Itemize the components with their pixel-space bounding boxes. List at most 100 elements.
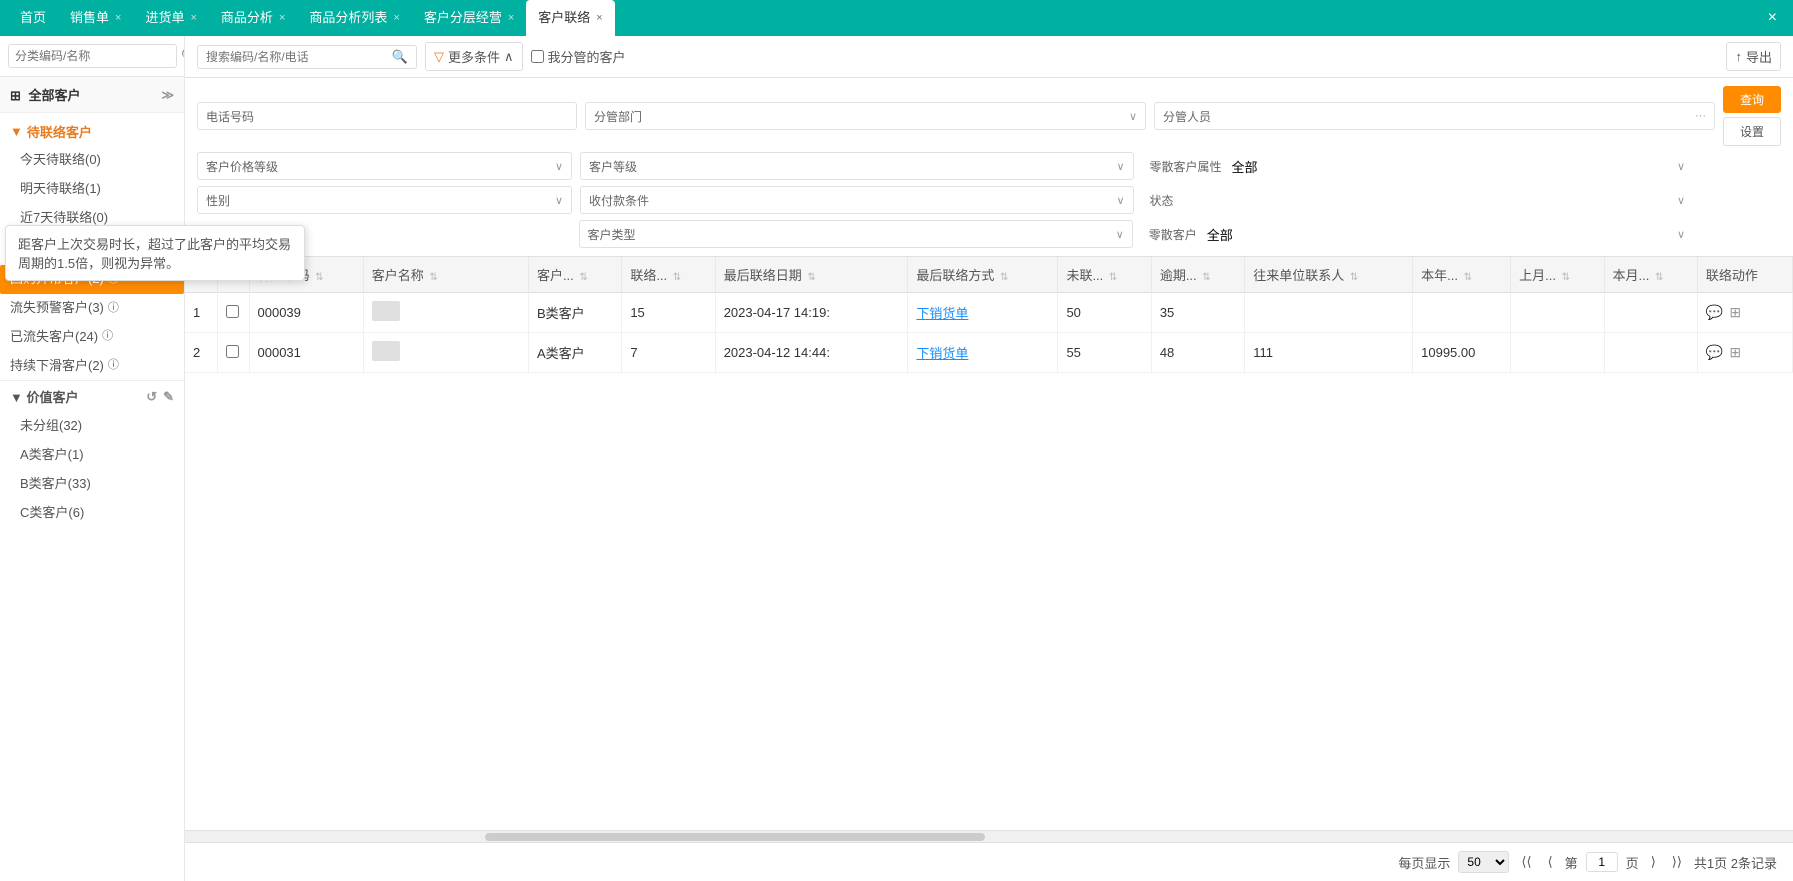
row-this-year bbox=[1413, 293, 1511, 333]
search-icon[interactable]: 🔍 bbox=[392, 49, 408, 65]
edit-icon[interactable]: ✎ bbox=[163, 389, 174, 405]
close-icon[interactable]: × bbox=[596, 0, 602, 36]
close-icon[interactable]: × bbox=[190, 0, 196, 36]
sort-icon[interactable]: ⇅ bbox=[1109, 272, 1117, 283]
row-last-date: 2023-04-17 14:19: bbox=[715, 293, 908, 333]
my-customers-checkbox[interactable] bbox=[531, 50, 544, 63]
per-page-select[interactable]: 50 10 20 100 bbox=[1458, 851, 1509, 873]
sort-icon[interactable]: ⇅ bbox=[315, 272, 323, 283]
row-overdue: 35 bbox=[1151, 293, 1244, 333]
calendar-icon[interactable]: ⊞ bbox=[1729, 344, 1741, 361]
sort-icon[interactable]: ⇅ bbox=[807, 272, 815, 283]
customer-type-filter[interactable]: 客户类型 ∨ bbox=[579, 220, 1133, 248]
col-overdue[interactable]: 逾期... ⇅ bbox=[1151, 257, 1244, 293]
collapse-icon[interactable]: ≫ bbox=[161, 88, 174, 102]
refresh-icon[interactable]: ↺ bbox=[146, 389, 157, 405]
col-name[interactable]: 客户名称 ⇅ bbox=[363, 257, 528, 293]
export-button[interactable]: ↑ 导出 bbox=[1726, 42, 1781, 71]
manager-filter[interactable]: 分管人员 ··· bbox=[1154, 102, 1715, 130]
col-last-method[interactable]: 最后联络方式 ⇅ bbox=[908, 257, 1058, 293]
dept-filter[interactable]: 分管部门 ∨ bbox=[585, 102, 1146, 130]
nav-product-analysis[interactable]: 商品分析 × bbox=[209, 0, 297, 36]
payment-filter[interactable]: 收付款条件 ∨ bbox=[580, 186, 1134, 214]
chevron-down-icon: ∨ bbox=[1677, 228, 1685, 241]
status-filter[interactable]: 状态 ∨ bbox=[1142, 186, 1694, 214]
row-checkbox[interactable] bbox=[217, 333, 249, 373]
close-icon[interactable]: × bbox=[508, 0, 514, 36]
page-input[interactable] bbox=[1586, 852, 1618, 872]
horizontal-scrollbar[interactable] bbox=[185, 830, 1793, 842]
top-nav: 首页 销售单 × 进货单 × 商品分析 × 商品分析列表 × 客户分层经营 × … bbox=[0, 0, 1793, 36]
info-icon: ⓘ bbox=[108, 357, 119, 375]
nav-sales[interactable]: 销售单 × bbox=[58, 0, 133, 36]
gender-filter[interactable]: 性别 ∨ bbox=[197, 186, 572, 214]
col-last-month[interactable]: 上月... ⇅ bbox=[1511, 257, 1604, 293]
toolbar-search-input[interactable] bbox=[206, 50, 392, 64]
chevron-down-icon: ∨ bbox=[1116, 194, 1124, 207]
retail-attr-filter[interactable]: 零散客户属性 全部 ∨ bbox=[1142, 152, 1694, 180]
chat-icon[interactable]: 💬 bbox=[1706, 344, 1723, 361]
sidebar-search-input[interactable] bbox=[8, 44, 177, 68]
retail-customer-filter[interactable]: 零散客户 全部 ∨ bbox=[1141, 220, 1693, 248]
sort-icon[interactable]: ⇅ bbox=[1202, 272, 1210, 283]
first-page-button[interactable]: ⟨⟨ bbox=[1517, 852, 1535, 872]
row-actions: 💬 ⊞ bbox=[1697, 293, 1792, 333]
row-checkbox[interactable] bbox=[217, 293, 249, 333]
sidebar-item-lost-preview[interactable]: 流失预警客户(3) ⓘ bbox=[0, 294, 184, 323]
prev-page-button[interactable]: ⟨ bbox=[1544, 852, 1557, 872]
sidebar-item-class-c[interactable]: C类客户(6) bbox=[0, 499, 184, 528]
col-uncontacted[interactable]: 未联... ⇅ bbox=[1058, 257, 1151, 293]
row-last-method[interactable]: 下销货单 bbox=[908, 293, 1058, 333]
sort-icon[interactable]: ⇅ bbox=[1464, 272, 1472, 283]
sidebar-item-declining[interactable]: 持续下滑客户(2) ⓘ bbox=[0, 352, 184, 381]
sidebar-item-today[interactable]: 今天待联络(0) bbox=[0, 146, 184, 175]
scrollbar-thumb[interactable] bbox=[485, 833, 985, 841]
col-grade[interactable]: 客户... ⇅ bbox=[528, 257, 621, 293]
sort-icon[interactable]: ⇅ bbox=[1655, 272, 1663, 283]
row-this-month bbox=[1604, 293, 1697, 333]
sort-icon[interactable]: ⇅ bbox=[1562, 272, 1570, 283]
row-last-method[interactable]: 下销货单 bbox=[908, 333, 1058, 373]
sidebar-item-tomorrow[interactable]: 明天待联络(1) bbox=[0, 175, 184, 204]
page-label: 第 bbox=[1565, 853, 1578, 872]
my-customers-checkbox-label[interactable]: 我分管的客户 bbox=[531, 47, 626, 66]
col-this-year[interactable]: 本年... ⇅ bbox=[1413, 257, 1511, 293]
more-conditions-button[interactable]: ▽ 更多条件 ∧ bbox=[425, 42, 523, 71]
next-page-button[interactable]: ⟩ bbox=[1647, 852, 1660, 872]
settings-button[interactable]: 设置 bbox=[1723, 117, 1781, 146]
sidebar-item-class-b[interactable]: B类客户(33) bbox=[0, 470, 184, 499]
value-group-title[interactable]: ▼ 价值客户 ↺ ✎ bbox=[0, 380, 184, 412]
close-icon[interactable]: × bbox=[279, 0, 285, 36]
sort-icon[interactable]: ⇅ bbox=[579, 272, 587, 283]
nav-purchase[interactable]: 进货单 × bbox=[133, 0, 208, 36]
row-contact-person: 111 bbox=[1245, 333, 1413, 373]
row-index: 1 bbox=[185, 293, 217, 333]
sort-icon[interactable]: ⇅ bbox=[673, 272, 681, 283]
sidebar-item-ungraded[interactable]: 未分组(32) bbox=[0, 412, 184, 441]
close-icon[interactable]: × bbox=[393, 0, 399, 36]
nav-product-analysis-list[interactable]: 商品分析列表 × bbox=[297, 0, 411, 36]
price-grade-filter[interactable]: 客户价格等级 ∨ bbox=[197, 152, 572, 180]
nav-home[interactable]: 首页 bbox=[8, 0, 58, 36]
sidebar-item-class-a[interactable]: A类客户(1) bbox=[0, 441, 184, 470]
chevron-down-icon: ∨ bbox=[1116, 160, 1124, 173]
last-page-button[interactable]: ⟩⟩ bbox=[1668, 852, 1686, 872]
col-this-month[interactable]: 本月... ⇅ bbox=[1604, 257, 1697, 293]
col-last-date[interactable]: 最后联络日期 ⇅ bbox=[715, 257, 908, 293]
col-contact-person[interactable]: 往来单位联系人 ⇅ bbox=[1245, 257, 1413, 293]
nav-customer-tier[interactable]: 客户分层经营 × bbox=[412, 0, 526, 36]
sort-icon[interactable]: ⇅ bbox=[1000, 272, 1008, 283]
window-close-button[interactable]: × bbox=[1760, 9, 1785, 27]
pending-group-title[interactable]: ▼ 待联络客户 bbox=[0, 117, 184, 146]
close-icon[interactable]: × bbox=[115, 0, 121, 36]
row-uncontacted: 55 bbox=[1058, 333, 1151, 373]
query-button[interactable]: 查询 bbox=[1723, 86, 1781, 113]
calendar-icon[interactable]: ⊞ bbox=[1729, 304, 1741, 321]
sidebar-item-lost[interactable]: 已流失客户(24) ⓘ bbox=[0, 323, 184, 352]
chat-icon[interactable]: 💬 bbox=[1706, 304, 1723, 321]
customer-grade-filter[interactable]: 客户等级 ∨ bbox=[580, 152, 1134, 180]
nav-customer-contact[interactable]: 客户联络 × bbox=[526, 0, 614, 36]
sort-icon[interactable]: ⇅ bbox=[429, 272, 437, 283]
col-contact-count[interactable]: 联络... ⇅ bbox=[622, 257, 715, 293]
sort-icon[interactable]: ⇅ bbox=[1350, 272, 1358, 283]
